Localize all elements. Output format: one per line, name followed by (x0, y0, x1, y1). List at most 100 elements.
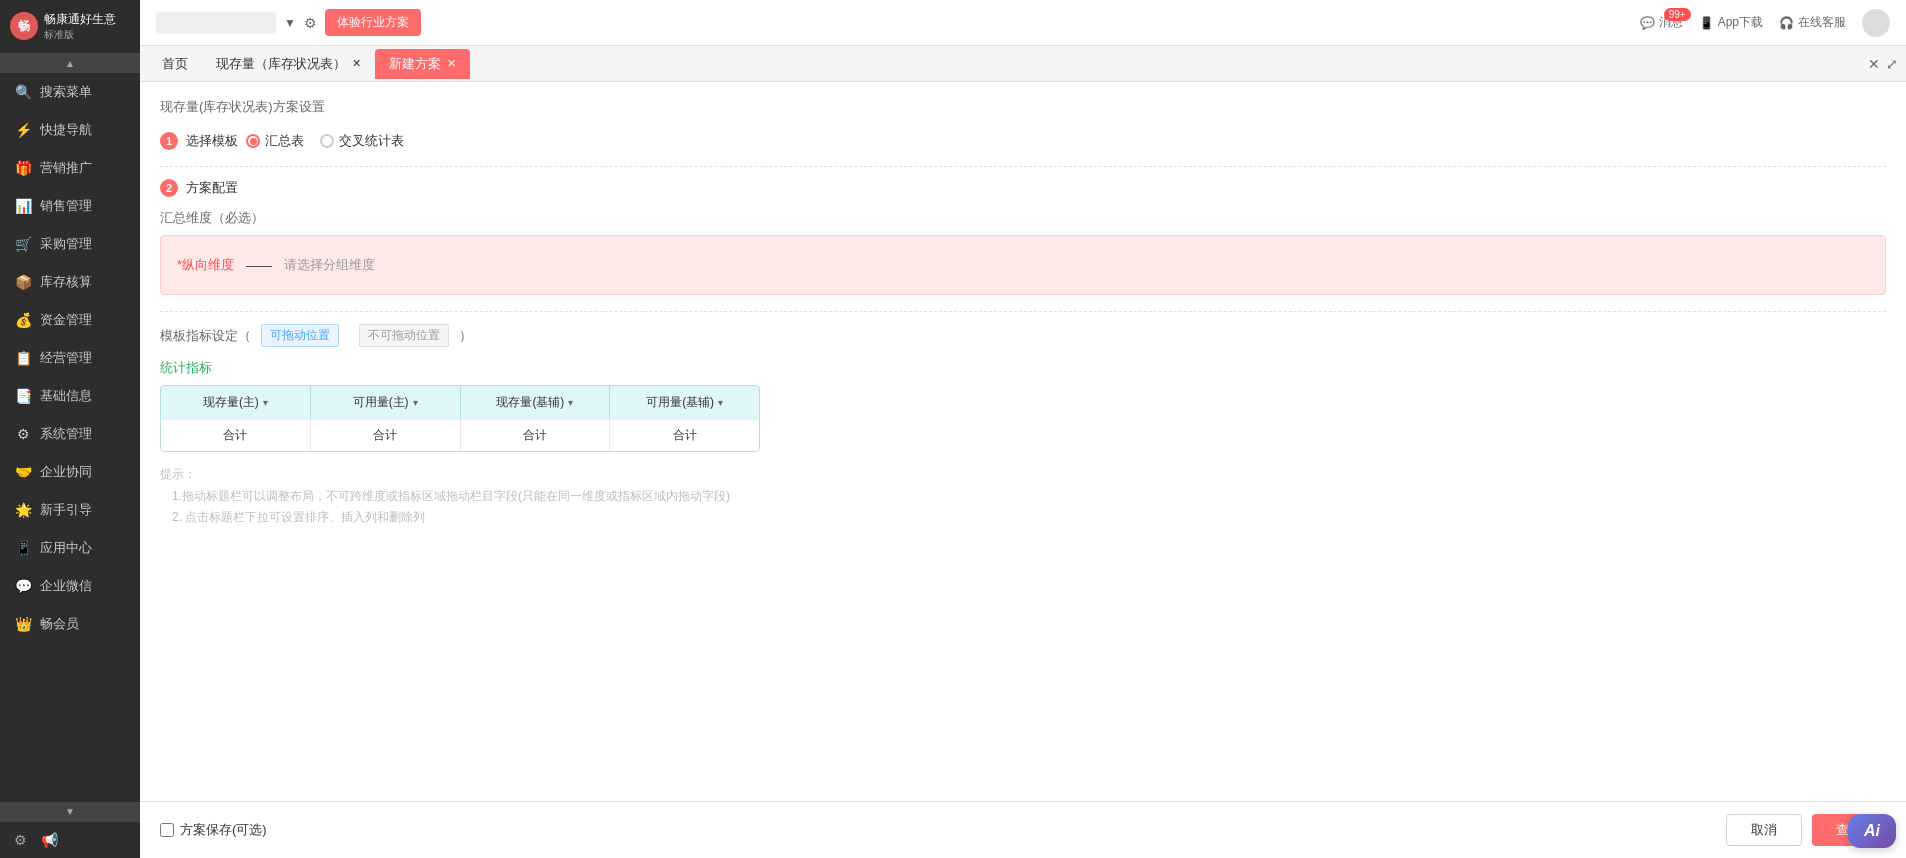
marketing-icon: 🎁 (14, 159, 32, 177)
tab-home[interactable]: 首页 (148, 49, 202, 79)
stats-data-row: 合计 合计 合计 合计 (161, 419, 759, 451)
user-avatar[interactable] (1862, 9, 1890, 37)
management-icon: 📋 (14, 349, 32, 367)
online-service-item[interactable]: 🎧 在线客服 (1779, 14, 1846, 31)
save-option-label: 方案保存(可选) (180, 821, 267, 839)
section-plan-config: 2 方案配置 汇总维度（必选） *纵向维度 —— 请选择分组维度 (160, 179, 1886, 295)
dimension-required-star: *纵向维度 (177, 256, 234, 274)
tip2: 2. 点击标题栏下拉可设置排序、插入列和删除列 (172, 507, 1886, 529)
template-config-row: 模板指标设定（ 可拖动位置 不可拖动位置 ） (160, 324, 1886, 347)
stats-col-1[interactable]: 可用量(主) ▾ (311, 386, 461, 419)
sidebar-item-marketing[interactable]: 🎁 营销推广 (0, 149, 140, 187)
system-icon: ⚙ (14, 425, 32, 443)
page-title: 现存量(库存状况表)方案设置 (160, 98, 1886, 116)
tabs-bar: 首页 现存量（库存状况表） ✕ 新建方案 ✕ ✕ ⤢ (140, 46, 1906, 82)
dimension-label: 汇总维度（必选） (160, 209, 1886, 227)
stats-col-3[interactable]: 可用量(基辅) ▾ (610, 386, 759, 419)
tab-inventory[interactable]: 现存量（库存状况表） ✕ (202, 49, 375, 79)
industry-plan-button[interactable]: 体验行业方案 (325, 9, 421, 36)
save-checkbox[interactable] (160, 823, 174, 837)
sidebar-item-guide[interactable]: 🌟 新手引导 (0, 491, 140, 529)
speaker-icon[interactable]: 📢 (41, 832, 58, 848)
sidebar-item-quicknav[interactable]: ⚡ 快捷导航 (0, 111, 140, 149)
enterprise-icon: 🤝 (14, 463, 32, 481)
chevron-down-icon-1: ▾ (413, 397, 418, 408)
sales-icon: 📊 (14, 197, 32, 215)
settings-bottom-icon[interactable]: ⚙ (14, 832, 27, 848)
stats-table: 现存量(主) ▾ 可用量(主) ▾ 现存量(基辅) ▾ 可用量(基辅) ▾ (160, 385, 760, 452)
stats-section: 统计指标 现存量(主) ▾ 可用量(主) ▾ 现存量(基辅) ▾ (160, 359, 1886, 452)
section2-num: 2 (160, 179, 178, 197)
search-icon: 🔍 (14, 83, 32, 101)
sidebar-item-inventory[interactable]: 📦 库存核算 (0, 263, 140, 301)
sidebar: 畅 畅康通好生意 标准版 ▲ 🔍 搜索菜单 ⚡ 快捷导航 🎁 营销推广 📊 销售… (0, 0, 140, 858)
sidebar-item-vip[interactable]: 👑 畅会员 (0, 605, 140, 643)
radio-cross-circle (320, 134, 334, 148)
guide-icon: 🌟 (14, 501, 32, 519)
sidebar-nav: 🔍 搜索菜单 ⚡ 快捷导航 🎁 营销推广 📊 销售管理 🛒 采购管理 📦 库存核… (0, 73, 140, 802)
template-config-label: 模板指标设定（ (160, 327, 251, 345)
service-icon: 🎧 (1779, 16, 1794, 30)
page-content: 现存量(库存状况表)方案设置 1 选择模板 汇总表 交叉统计表 (140, 82, 1906, 801)
tips-title: 提示： (160, 464, 1886, 486)
topbar-right: 💬 消息 99+ 📱 App下载 🎧 在线客服 (1640, 9, 1890, 37)
sidebar-item-wechat[interactable]: 💬 企业微信 (0, 567, 140, 605)
sidebar-item-sales[interactable]: 📊 销售管理 (0, 187, 140, 225)
tab-new-plan-close[interactable]: ✕ (447, 57, 456, 70)
cancel-button[interactable]: 取消 (1726, 814, 1802, 846)
tips-section: 提示： 1.拖动标题栏可以调整布局，不可跨维度或指标区域拖动栏目字段(只能在同一… (160, 464, 1886, 529)
tab-expand-btn[interactable]: ⤢ (1886, 56, 1898, 72)
sidebar-item-purchase[interactable]: 🛒 采购管理 (0, 225, 140, 263)
dimension-arrow: —— (246, 258, 272, 273)
tab-inventory-close[interactable]: ✕ (352, 57, 361, 70)
sidebar-bottom: ⚙ 📢 (0, 821, 140, 858)
vip-icon: 👑 (14, 615, 32, 633)
sidebar-item-apps[interactable]: 📱 应用中心 (0, 529, 140, 567)
logo-icon: 畅 (10, 12, 38, 40)
sidebar-item-search[interactable]: 🔍 搜索菜单 (0, 73, 140, 111)
quicknav-icon: ⚡ (14, 121, 32, 139)
section1-title: 选择模板 (186, 132, 238, 150)
tab-close-btn[interactable]: ✕ (1868, 56, 1880, 72)
non-draggable-tag: 不可拖动位置 (359, 324, 449, 347)
tip1: 1.拖动标题栏可以调整布局，不可跨维度或指标区域拖动栏目字段(只能在同一维度或指… (172, 486, 1886, 508)
section2-header: 2 方案配置 (160, 179, 1886, 197)
sidebar-item-enterprise[interactable]: 🤝 企业协同 (0, 453, 140, 491)
finance-icon: 💰 (14, 311, 32, 329)
apps-icon: 📱 (14, 539, 32, 557)
radio-summary[interactable]: 汇总表 (246, 132, 304, 150)
topbar-gear-icon[interactable]: ⚙ (304, 15, 317, 31)
stats-label: 统计指标 (160, 359, 1886, 377)
sidebar-item-system[interactable]: ⚙ 系统管理 (0, 415, 140, 453)
save-option: 方案保存(可选) (160, 821, 267, 839)
template-radio-group: 汇总表 交叉统计表 (246, 132, 404, 150)
dimension-box: *纵向维度 —— 请选择分组维度 (160, 235, 1886, 295)
stats-col-0[interactable]: 现存量(主) ▾ (161, 386, 311, 419)
sidebar-scroll-down[interactable]: ▼ (0, 802, 140, 821)
sidebar-item-basics[interactable]: 📑 基础信息 (0, 377, 140, 415)
tab-new-plan[interactable]: 新建方案 ✕ (375, 49, 470, 79)
message-icon: 💬 (1640, 16, 1655, 30)
radio-cross[interactable]: 交叉统计表 (320, 132, 404, 150)
sidebar-scroll-up[interactable]: ▲ (0, 54, 140, 73)
stats-col-2[interactable]: 现存量(基辅) ▾ (461, 386, 611, 419)
messages-item[interactable]: 💬 消息 99+ (1640, 14, 1683, 31)
topbar-search-input[interactable] (156, 12, 276, 34)
radio-summary-circle (246, 134, 260, 148)
stats-data-1: 合计 (311, 420, 461, 451)
page-footer: 方案保存(可选) 取消 查询 (140, 801, 1906, 858)
purchase-icon: 🛒 (14, 235, 32, 253)
dimension-placeholder[interactable]: 请选择分组维度 (284, 256, 375, 274)
inventory-icon: 📦 (14, 273, 32, 291)
stats-data-2: 合计 (461, 420, 611, 451)
ai-float-button[interactable]: Ai (1848, 814, 1896, 848)
basics-icon: 📑 (14, 387, 32, 405)
app-download-item[interactable]: 📱 App下载 (1699, 14, 1763, 31)
sidebar-item-finance[interactable]: 💰 资金管理 (0, 301, 140, 339)
tabs-controls: ✕ ⤢ (1868, 56, 1898, 72)
divider1 (160, 166, 1886, 167)
sidebar-item-management[interactable]: 📋 经营管理 (0, 339, 140, 377)
template-config-suffix: ） (459, 327, 472, 345)
topbar-dropdown-icon[interactable]: ▼ (284, 16, 296, 30)
stats-data-0: 合计 (161, 420, 311, 451)
